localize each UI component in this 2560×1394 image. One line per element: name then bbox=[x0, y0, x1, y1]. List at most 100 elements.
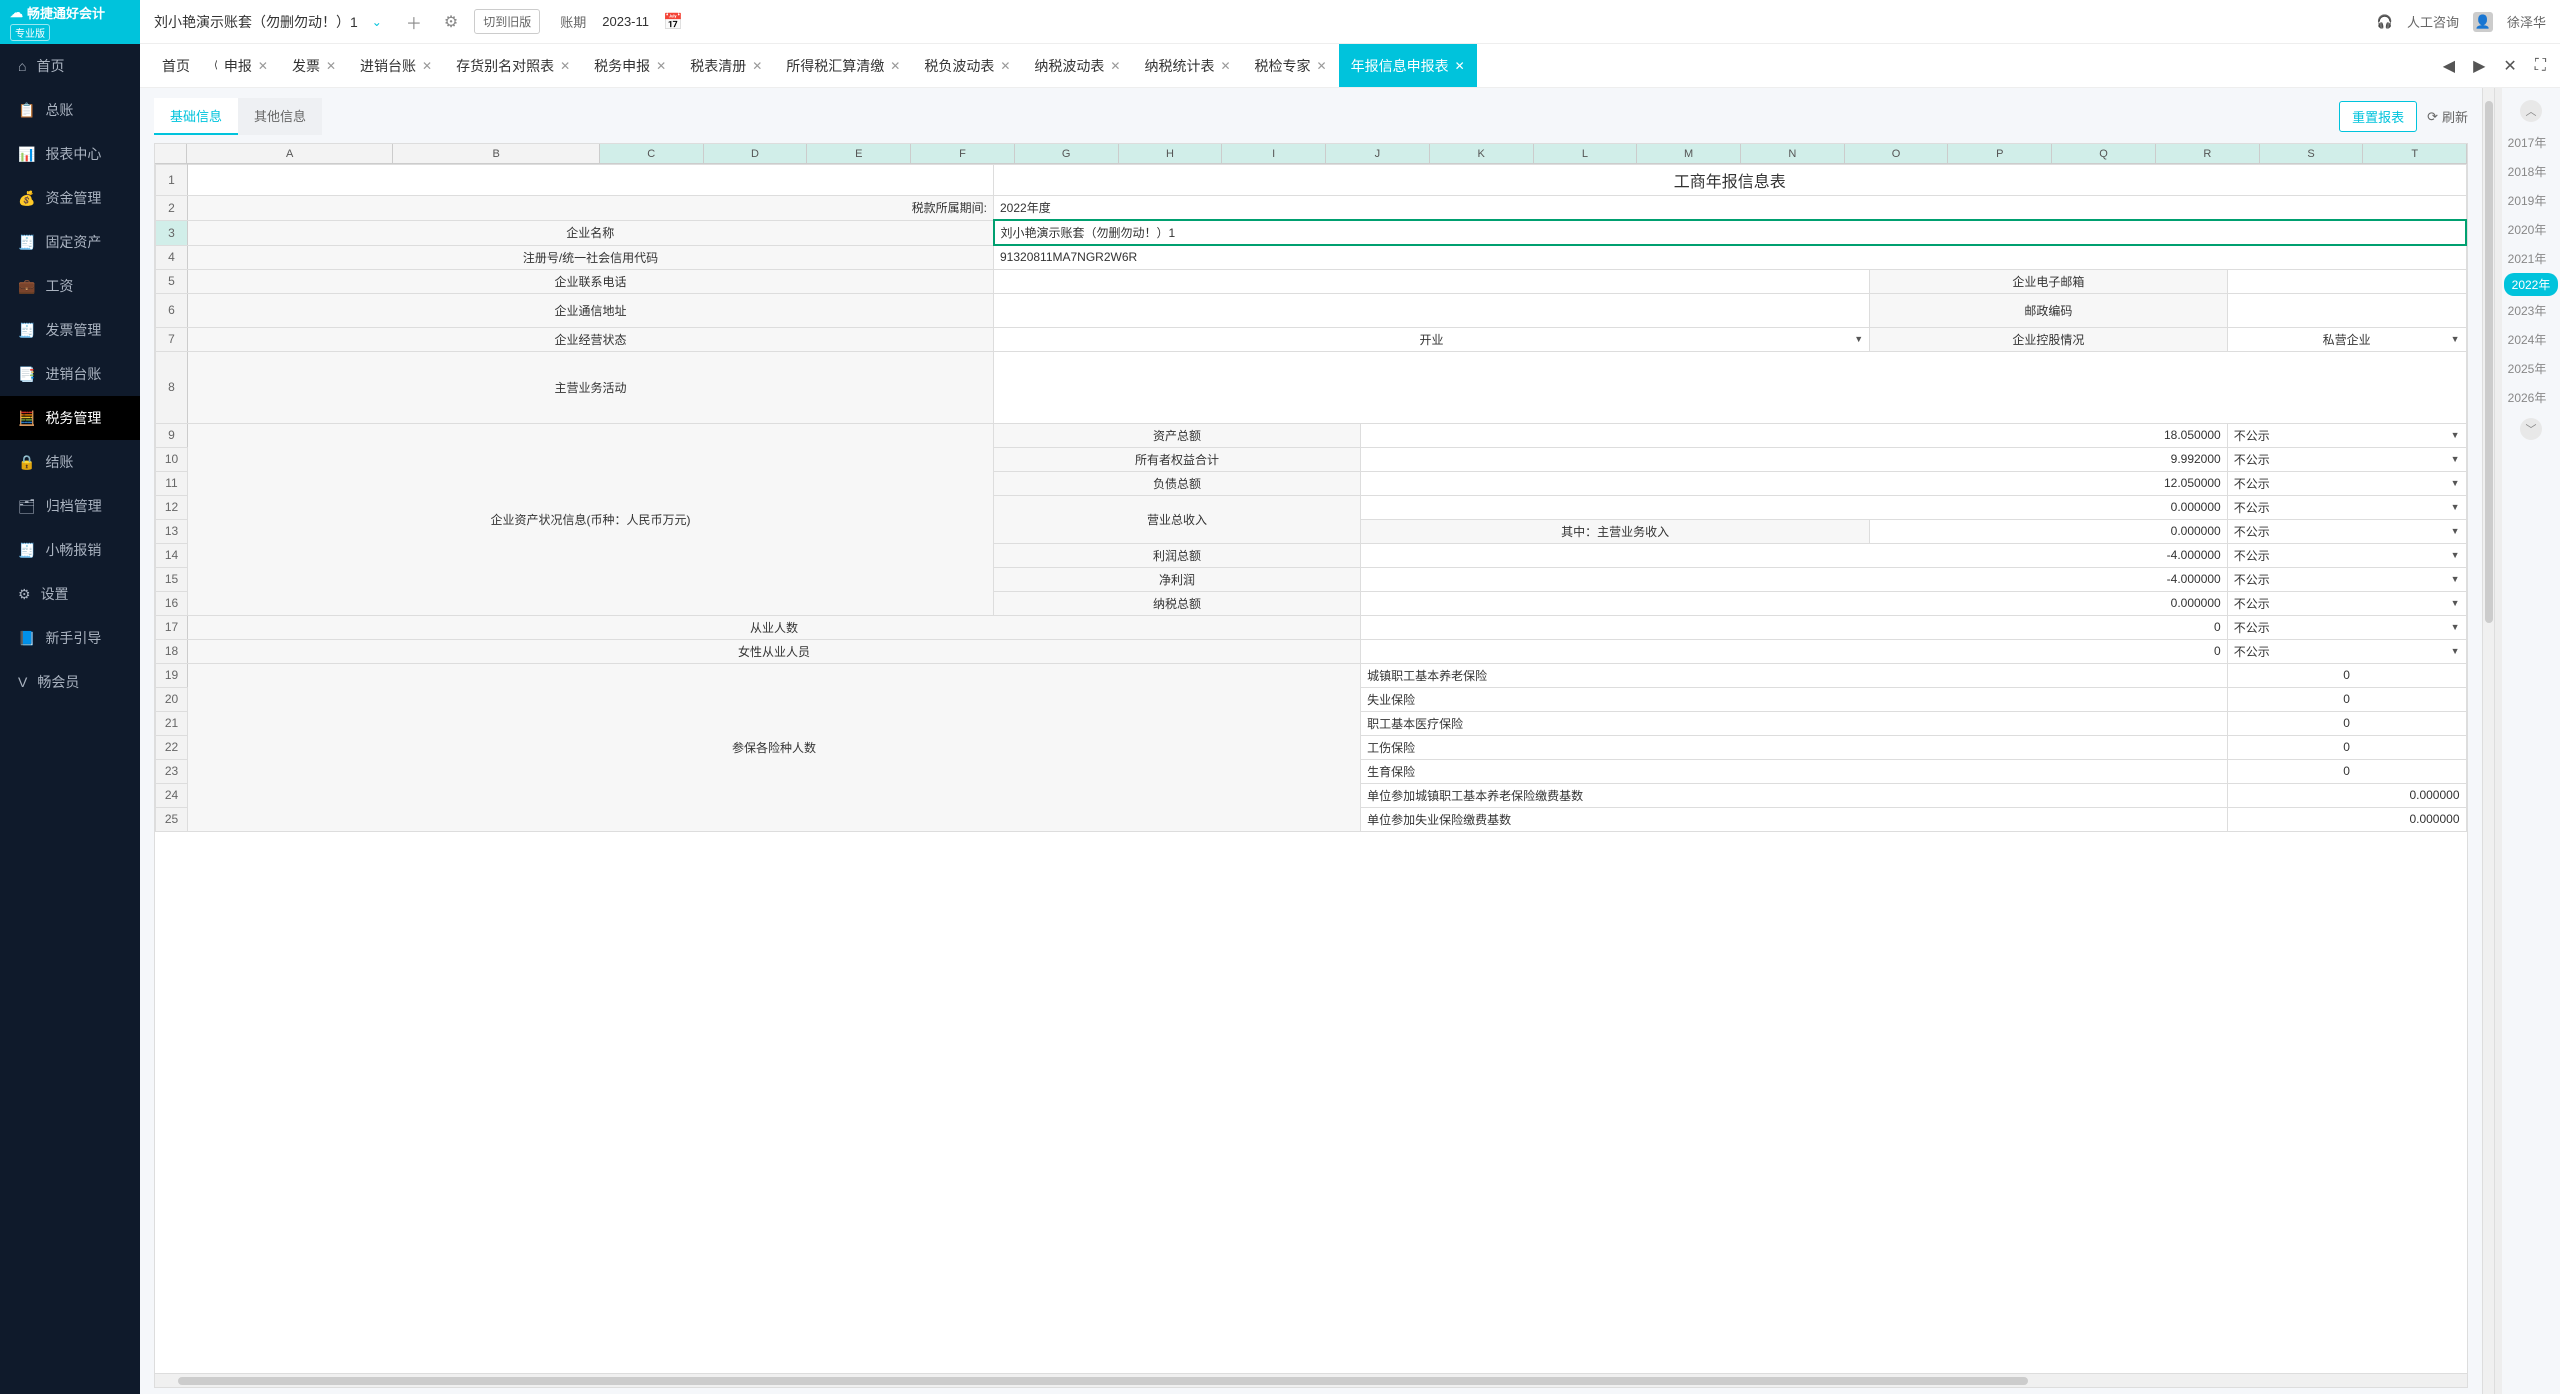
tab-纳税波动表[interactable]: 纳税波动表✕ bbox=[1022, 44, 1132, 87]
chevron-down-icon[interactable]: ⌄ bbox=[372, 15, 382, 29]
disclose-select[interactable]: 不公示 bbox=[2227, 471, 2466, 495]
close-icon[interactable]: ✕ bbox=[656, 59, 666, 73]
year-2017年[interactable]: 2017年 bbox=[2504, 128, 2559, 157]
tab-next-icon[interactable]: ▶ bbox=[2469, 52, 2489, 80]
col-header-S[interactable]: S bbox=[2260, 144, 2364, 163]
col-header-E[interactable]: E bbox=[807, 144, 911, 163]
close-icon[interactable]: ✕ bbox=[1317, 59, 1327, 73]
calendar-icon[interactable]: 📅 bbox=[663, 12, 683, 32]
close-icon[interactable]: ✕ bbox=[1220, 59, 1230, 73]
tab-税表清册[interactable]: 税表清册✕ bbox=[678, 44, 774, 87]
ins-row-value[interactable]: 0 bbox=[2227, 735, 2466, 759]
row-22[interactable]: 22 bbox=[156, 735, 188, 759]
disclose-select[interactable]: 不公示 bbox=[2227, 639, 2466, 663]
disclose-select[interactable]: 不公示 bbox=[2227, 615, 2466, 639]
nav-进销台账[interactable]: 📑进销台账 bbox=[0, 352, 140, 396]
close-icon[interactable]: ✕ bbox=[752, 59, 762, 73]
col-header-A[interactable]: A bbox=[187, 144, 393, 163]
refresh-button[interactable]: ⟳ 刷新 bbox=[2427, 107, 2468, 126]
row-21[interactable]: 21 bbox=[156, 711, 188, 735]
email-input[interactable] bbox=[2227, 269, 2466, 293]
year-2026年[interactable]: 2026年 bbox=[2504, 383, 2559, 412]
nav-设置[interactable]: ⚙设置 bbox=[0, 572, 140, 616]
nav-固定资产[interactable]: 🧾固定资产 bbox=[0, 220, 140, 264]
col-header-H[interactable]: H bbox=[1119, 144, 1223, 163]
nav-首页[interactable]: ⌂首页 bbox=[0, 44, 140, 88]
tab-税负波动表[interactable]: 税负波动表✕ bbox=[912, 44, 1022, 87]
col-header-L[interactable]: L bbox=[1534, 144, 1638, 163]
vertical-scrollbar[interactable] bbox=[2482, 88, 2494, 1394]
nav-结账[interactable]: 🔒结账 bbox=[0, 440, 140, 484]
tab-prev-icon[interactable]: ◀ bbox=[2439, 52, 2459, 80]
col-header-N[interactable]: N bbox=[1741, 144, 1845, 163]
disclose-select[interactable]: 不公示 bbox=[2227, 591, 2466, 615]
fin-value[interactable]: 9.992000 bbox=[1361, 447, 2228, 471]
fin-sub-value[interactable]: 0.000000 bbox=[1870, 519, 2228, 543]
emp-count-value[interactable]: 0 bbox=[1361, 615, 2228, 639]
nav-总账[interactable]: 📋总账 bbox=[0, 88, 140, 132]
fullscreen-icon[interactable]: ⛶ bbox=[2531, 53, 2550, 79]
disclose-select[interactable]: 不公示 bbox=[2227, 567, 2466, 591]
col-header-T[interactable]: T bbox=[2363, 144, 2467, 163]
col-header-Q[interactable]: Q bbox=[2052, 144, 2156, 163]
addr-input[interactable] bbox=[994, 293, 1870, 327]
period-value[interactable]: 2023-11 bbox=[602, 14, 649, 29]
female-emp-value[interactable]: 0 bbox=[1361, 639, 2228, 663]
tab-年报信息申报表[interactable]: 年报信息申报表✕ bbox=[1339, 44, 1477, 87]
fin-value[interactable]: 18.050000 bbox=[1361, 423, 2228, 447]
fin-value[interactable]: 0.000000 bbox=[1361, 495, 2228, 519]
col-header-R[interactable]: R bbox=[2156, 144, 2260, 163]
close-icon[interactable]: ✕ bbox=[422, 59, 432, 73]
year-up-icon[interactable]: ︿ bbox=[2520, 100, 2542, 122]
nav-归档管理[interactable]: 🗂归档管理 bbox=[0, 484, 140, 528]
row-7[interactable]: 7 bbox=[156, 327, 188, 351]
disclose-select[interactable]: 不公示 bbox=[2227, 543, 2466, 567]
tab-进销台账[interactable]: 进销台账✕ bbox=[348, 44, 444, 87]
col-header-D[interactable]: D bbox=[704, 144, 808, 163]
account-select[interactable]: 刘小艳演示账套（勿删勿动！）1 bbox=[154, 12, 358, 32]
row-11[interactable]: 11 bbox=[156, 471, 188, 495]
row-19[interactable]: 19 bbox=[156, 663, 188, 687]
col-header-I[interactable]: I bbox=[1222, 144, 1326, 163]
disclose-select[interactable]: 不公示 bbox=[2227, 423, 2466, 447]
year-down-icon[interactable]: ﹀ bbox=[2520, 418, 2542, 440]
row-5[interactable]: 5 bbox=[156, 269, 188, 293]
row-16[interactable]: 16 bbox=[156, 591, 188, 615]
col-header-M[interactable]: M bbox=[1637, 144, 1741, 163]
nav-发票管理[interactable]: 🧾发票管理 bbox=[0, 308, 140, 352]
nav-小畅报销[interactable]: 🧾小畅报销 bbox=[0, 528, 140, 572]
tab-basic-info[interactable]: 基础信息 bbox=[154, 98, 238, 135]
nav-报表中心[interactable]: 📊报表中心 bbox=[0, 132, 140, 176]
year-2021年[interactable]: 2021年 bbox=[2504, 244, 2559, 273]
col-header-G[interactable]: G bbox=[1015, 144, 1119, 163]
row-1[interactable]: 1 bbox=[156, 165, 188, 196]
close-icon[interactable]: ✕ bbox=[1000, 59, 1010, 73]
horizontal-scrollbar[interactable] bbox=[155, 1373, 2467, 1387]
row-15[interactable]: 15 bbox=[156, 567, 188, 591]
row-17[interactable]: 17 bbox=[156, 615, 188, 639]
year-2018年[interactable]: 2018年 bbox=[2504, 157, 2559, 186]
ins-row-value[interactable]: 0 bbox=[2227, 687, 2466, 711]
tab-首页[interactable]: 首页 bbox=[150, 44, 202, 87]
row-24[interactable]: 24 bbox=[156, 783, 188, 807]
disclose-select[interactable]: 不公示 bbox=[2227, 495, 2466, 519]
tab-税务申报[interactable]: 税务申报✕ bbox=[582, 44, 678, 87]
support-link[interactable]: 人工咨询 bbox=[2407, 12, 2459, 31]
close-icon[interactable]: ✕ bbox=[560, 59, 570, 73]
year-2019年[interactable]: 2019年 bbox=[2504, 186, 2559, 215]
row-3[interactable]: 3 bbox=[156, 220, 188, 245]
nav-畅会员[interactable]: V畅会员 bbox=[0, 660, 140, 704]
row-18[interactable]: 18 bbox=[156, 639, 188, 663]
nav-工资[interactable]: 💼工资 bbox=[0, 264, 140, 308]
col-header-F[interactable]: F bbox=[911, 144, 1015, 163]
col-header-C[interactable]: C bbox=[600, 144, 704, 163]
row-20[interactable]: 20 bbox=[156, 687, 188, 711]
close-icon[interactable]: ✕ bbox=[1110, 59, 1120, 73]
col-header-J[interactable]: J bbox=[1326, 144, 1430, 163]
main-biz-input[interactable] bbox=[994, 351, 2467, 423]
row-23[interactable]: 23 bbox=[156, 759, 188, 783]
close-icon[interactable]: ✕ bbox=[258, 59, 268, 73]
row-6[interactable]: 6 bbox=[156, 293, 188, 327]
nav-资金管理[interactable]: 💰资金管理 bbox=[0, 176, 140, 220]
status-select[interactable]: 开业 bbox=[994, 327, 1870, 351]
